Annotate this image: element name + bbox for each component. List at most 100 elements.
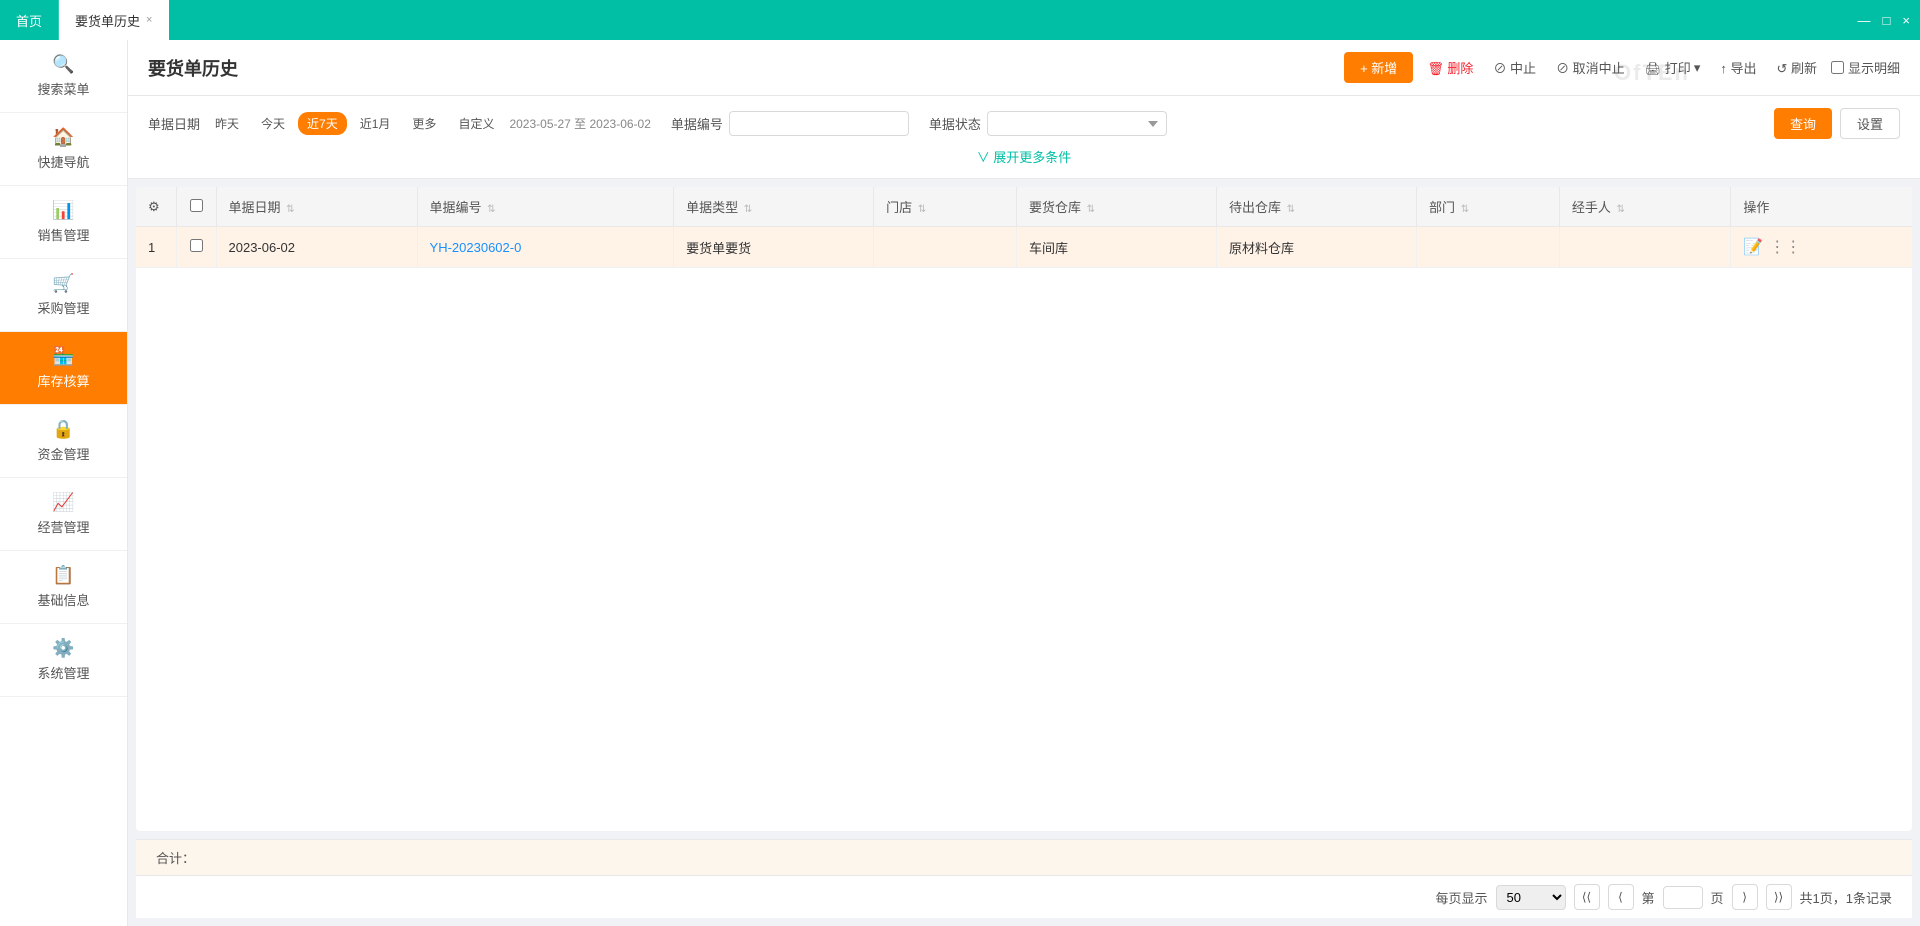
sidebar-item-inventory[interactable]: 🏪 库存核算 — [0, 332, 127, 405]
last-page-btn[interactable]: ⟩⟩ — [1766, 884, 1792, 910]
row-checkbox-cell[interactable] — [176, 227, 216, 268]
table-header-row: ⚙ 单据日期 ⇅ 单据编号 ⇅ — [136, 187, 1912, 227]
row-order-no[interactable]: YH-20230602-0 — [417, 227, 674, 268]
select-all-checkbox[interactable] — [190, 199, 203, 212]
display-detail-checkbox[interactable] — [1831, 61, 1844, 74]
sidebar: 🔍 搜索菜单 🏠 快捷导航 📊 销售管理 🛒 采购管理 🏪 库存核算 🔒 资金管… — [0, 40, 128, 926]
inventory-icon: 🏪 — [52, 346, 74, 367]
row-no: 1 — [136, 227, 176, 268]
sidebar-item-purchase[interactable]: 🛒 采购管理 — [0, 259, 127, 332]
sidebar-item-basic[interactable]: 📋 基础信息 — [0, 551, 127, 624]
sort-wait-warehouse-icon[interactable]: ⇅ — [1287, 204, 1295, 215]
per-page-select[interactable]: 50 100 — [1496, 885, 1566, 910]
expand-conditions-button[interactable]: ∨ 展开更多条件 — [977, 147, 1072, 166]
col-dept: 部门 ⇅ — [1417, 187, 1560, 227]
filter-row-2: ∨ 展开更多条件 — [148, 147, 1900, 166]
close-tab-icon[interactable]: × — [146, 14, 152, 26]
date-buttons: 昨天 今天 近7天 近1月 更多 自定义 — [206, 112, 503, 135]
first-page-btn[interactable]: ⟨⟨ — [1574, 884, 1600, 910]
operation-icon: 📈 — [52, 492, 74, 513]
sort-orderno-icon[interactable]: ⇅ — [487, 204, 495, 215]
sort-type-icon[interactable]: ⇅ — [744, 204, 752, 215]
row-actions: 📝 ⋮⋮ — [1731, 227, 1912, 268]
per-page-label: 每页显示 — [1435, 888, 1487, 907]
pagination-bar: 每页显示 50 100 ⟨⟨ ⟨ 第 1 页 ⟩ ⟩⟩ 共1页，1条记录 — [136, 875, 1912, 918]
date-btn-7days[interactable]: 近7天 — [298, 112, 347, 135]
row-warehouse: 车间库 — [1017, 227, 1217, 268]
col-warehouse: 要货仓库 ⇅ — [1017, 187, 1217, 227]
page-of-label: 页 — [1711, 888, 1724, 907]
refresh-button[interactable]: ↺ 刷新 — [1770, 54, 1823, 81]
delete-button[interactable]: 🗑 删除 — [1421, 54, 1479, 81]
col-date: 单据日期 ⇅ — [216, 187, 417, 227]
row-more-icon[interactable]: ⋮⋮ — [1769, 237, 1801, 257]
search-icon: 🔍 — [52, 54, 74, 75]
date-filter-group: 单据日期 昨天 今天 近7天 近1月 更多 自定义 2023-05-27 至 2… — [148, 112, 651, 135]
date-btn-custom[interactable]: 自定义 — [449, 112, 503, 135]
column-settings-icon[interactable]: ⚙ — [148, 199, 160, 214]
print-dropdown-icon[interactable]: ▾ — [1694, 60, 1701, 76]
sort-dept-icon[interactable]: ⇅ — [1461, 204, 1469, 215]
sales-icon: 📊 — [52, 200, 74, 221]
order-no-filter-group: 单据编号 — [671, 111, 909, 136]
col-store: 门店 ⇅ — [874, 187, 1017, 227]
col-handler: 经手人 ⇅ — [1559, 187, 1730, 227]
query-button[interactable]: 查询 — [1774, 108, 1832, 139]
row-checkbox[interactable] — [190, 239, 203, 252]
sidebar-item-search[interactable]: 🔍 搜索菜单 — [0, 40, 127, 113]
home-icon: 🏠 — [52, 127, 74, 148]
filter-area: 单据日期 昨天 今天 近7天 近1月 更多 自定义 2023-05-27 至 2… — [128, 96, 1920, 179]
content-area: 要货单历史 + 新增 🗑 删除 ⊘ 中止 ⊘ 取消中止 🖨 打印 ▾ ↑ 导出 … — [128, 40, 1920, 926]
checkbox-col[interactable] — [176, 187, 216, 227]
sort-handler-icon[interactable]: ⇅ — [1617, 204, 1625, 215]
date-btn-yesterday[interactable]: 昨天 — [206, 112, 248, 135]
settings-col[interactable]: ⚙ — [136, 187, 176, 227]
stop-button[interactable]: ⊘ 中止 — [1487, 54, 1542, 81]
row-handler — [1559, 227, 1730, 268]
col-wait-warehouse: 待出仓库 ⇅ — [1217, 187, 1417, 227]
tab-home[interactable]: 首页 — [0, 0, 59, 40]
minimize-icon[interactable]: — — [1858, 13, 1871, 28]
cancel-stop-button[interactable]: ⊘ 取消中止 — [1550, 54, 1631, 81]
status-filter-group: 单据状态 — [929, 111, 1167, 136]
top-bar-right: — □ × — [1858, 13, 1920, 28]
prev-page-btn[interactable]: ⟨ — [1608, 884, 1634, 910]
date-btn-today[interactable]: 今天 — [252, 112, 294, 135]
date-btn-more[interactable]: 更多 — [403, 112, 445, 135]
table-container: ⚙ 单据日期 ⇅ 单据编号 ⇅ — [136, 187, 1912, 831]
display-detail-toggle[interactable]: 显示明细 — [1831, 58, 1900, 77]
status-label: 单据状态 — [929, 114, 981, 133]
sidebar-item-shortcut[interactable]: 🏠 快捷导航 — [0, 113, 127, 186]
row-wait-warehouse: 原材料仓库 — [1217, 227, 1417, 268]
page-title: 要货单历史 — [148, 55, 238, 81]
main-layout: 🔍 搜索菜单 🏠 快捷导航 📊 销售管理 🛒 采购管理 🏪 库存核算 🔒 资金管… — [0, 40, 1920, 926]
status-select[interactable] — [987, 111, 1167, 136]
date-btn-1month[interactable]: 近1月 — [351, 112, 400, 135]
row-dept — [1417, 227, 1560, 268]
row-action-group: 📝 ⋮⋮ — [1743, 237, 1900, 257]
tab-order-history[interactable]: 要货单历史 × — [59, 0, 169, 40]
maximize-icon[interactable]: □ — [1883, 13, 1891, 28]
sidebar-item-sales[interactable]: 📊 销售管理 — [0, 186, 127, 259]
row-date: 2023-06-02 — [216, 227, 417, 268]
next-page-btn[interactable]: ⟩ — [1732, 884, 1758, 910]
page-input[interactable]: 1 — [1663, 886, 1703, 909]
sort-store-icon[interactable]: ⇅ — [918, 204, 926, 215]
tab-bar: 首页 要货单历史 × — [0, 0, 169, 40]
export-button[interactable]: ↑ 导出 — [1714, 54, 1762, 81]
row-edit-icon[interactable]: 📝 — [1743, 237, 1763, 257]
close-window-icon[interactable]: × — [1902, 13, 1910, 28]
sidebar-item-finance[interactable]: 🔒 资金管理 — [0, 405, 127, 478]
sidebar-item-operation[interactable]: 📈 经营管理 — [0, 478, 127, 551]
order-no-input[interactable] — [729, 111, 909, 136]
basic-icon: 📋 — [52, 565, 74, 586]
filter-actions: 查询 设置 — [1774, 108, 1900, 139]
setting-button[interactable]: 设置 — [1840, 108, 1900, 139]
new-button[interactable]: + 新增 — [1344, 52, 1413, 83]
print-button[interactable]: 🖨 打印 ▾ — [1639, 54, 1707, 81]
table-row: 1 2023-06-02 YH-20230602-0 要货单要货 车间库 原材料… — [136, 227, 1912, 268]
purchase-icon: 🛒 — [52, 273, 74, 294]
sort-warehouse-icon[interactable]: ⇅ — [1087, 204, 1095, 215]
sort-date-icon[interactable]: ⇅ — [286, 204, 294, 215]
sidebar-item-system[interactable]: ⚙️ 系统管理 — [0, 624, 127, 697]
